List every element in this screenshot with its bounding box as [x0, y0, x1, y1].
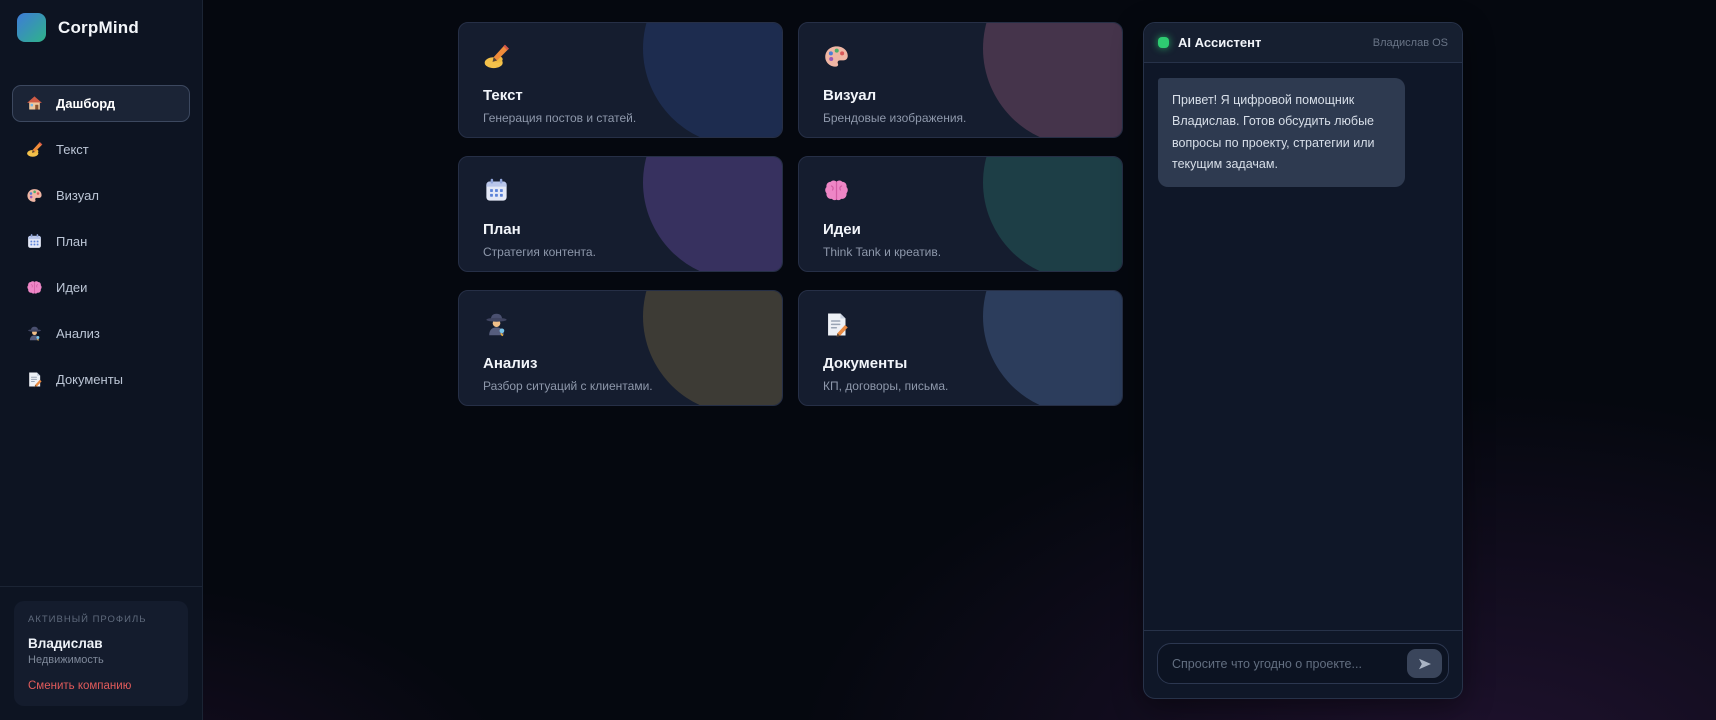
sidebar: CorpMind Дашборд Текст Визуал План Идеи Анали…	[0, 0, 203, 720]
card-plan[interactable]: План Стратегия контента.	[458, 156, 783, 272]
card-description: Генерация постов и статей.	[483, 111, 637, 125]
memo-icon	[26, 371, 43, 388]
send-icon	[1417, 656, 1433, 672]
profile-section-label: АКТИВНЫЙ ПРОФИЛЬ	[28, 614, 147, 625]
card-analysis[interactable]: Анализ Разбор ситуаций с клиентами.	[458, 290, 783, 406]
assistant-input-area	[1144, 630, 1462, 698]
profile-card: АКТИВНЫЙ ПРОФИЛЬ Владислав Недвижимость …	[14, 601, 188, 706]
card-title: Визуал	[823, 87, 877, 104]
assistant-os-label: Владислав OS	[1372, 36, 1448, 49]
assistant-input[interactable]	[1172, 656, 1407, 671]
sidebar-item-analysis[interactable]: Анализ	[12, 315, 190, 352]
palette-icon	[823, 43, 850, 70]
palette-icon	[26, 187, 43, 204]
sidebar-item-label: Документы	[56, 372, 124, 387]
assistant-message-bubble: Привет! Я цифровой помощник Владислав. Г…	[1158, 78, 1405, 187]
assistant-header: AI Ассистент Владислав OS	[1144, 23, 1462, 63]
status-dot	[1158, 37, 1169, 48]
sidebar-nav: Дашборд Текст Визуал План Идеи Анализ Документ…	[0, 85, 202, 398]
card-documents[interactable]: Документы КП, договоры, письма.	[798, 290, 1123, 406]
switch-company-link[interactable]: Сменить компанию	[28, 680, 174, 692]
memo-icon	[823, 311, 850, 338]
card-title: Документы	[823, 355, 908, 372]
card-description: Стратегия контента.	[483, 245, 596, 259]
cards-grid: Текст Генерация постов и статей. Визуал Бре…	[458, 22, 1123, 406]
sidebar-item-label: Идеи	[56, 280, 88, 295]
sidebar-item-documents[interactable]: Документы	[12, 361, 190, 398]
detective-icon	[26, 325, 43, 342]
brand: CorpMind	[0, 0, 202, 52]
profile-section: АКТИВНЫЙ ПРОФИЛЬ Владислав Недвижимость …	[0, 587, 202, 720]
card-title: План	[483, 221, 521, 238]
calendar-icon	[26, 233, 43, 250]
card-title: Идеи	[823, 221, 861, 238]
writing-icon	[26, 141, 43, 158]
card-description: Разбор ситуаций с клиентами.	[483, 379, 653, 393]
brand-name: CorpMind	[58, 17, 139, 37]
brain-icon	[823, 177, 850, 204]
sidebar-item-label: Дашборд	[56, 96, 116, 111]
brand-logo	[17, 13, 46, 42]
card-title: Анализ	[483, 355, 538, 372]
sidebar-item-label: Визуал	[56, 188, 99, 203]
detective-icon	[483, 311, 510, 338]
profile-name: Владислав	[28, 636, 103, 651]
brain-icon	[26, 279, 43, 296]
writing-icon	[483, 43, 510, 70]
assistant-title: AI Ассистент	[1178, 35, 1262, 50]
card-description: Think Tank и креатив.	[823, 245, 942, 259]
sidebar-item-text[interactable]: Текст	[12, 131, 190, 168]
profile-company: Недвижимость	[28, 654, 104, 666]
assistant-panel: AI Ассистент Владислав OS Привет! Я цифр…	[1143, 22, 1463, 699]
card-text[interactable]: Текст Генерация постов и статей.	[458, 22, 783, 138]
sidebar-item-label: Текст	[56, 142, 89, 157]
sidebar-item-label: План	[56, 234, 88, 249]
send-button[interactable]	[1407, 649, 1442, 678]
card-ideas[interactable]: Идеи Think Tank и креатив.	[798, 156, 1123, 272]
house-icon	[26, 95, 43, 112]
sidebar-item-ideas[interactable]: Идеи	[12, 269, 190, 306]
card-visual[interactable]: Визуал Брендовые изображения.	[798, 22, 1123, 138]
assistant-messages: Привет! Я цифровой помощник Владислав. Г…	[1144, 63, 1462, 630]
card-description: Брендовые изображения.	[823, 111, 967, 125]
card-description: КП, договоры, письма.	[823, 379, 949, 393]
sidebar-item-plan[interactable]: План	[12, 223, 190, 260]
card-title: Текст	[483, 87, 523, 104]
sidebar-item-label: Анализ	[56, 326, 100, 341]
assistant-input-pill	[1157, 643, 1449, 684]
sidebar-item-visual[interactable]: Визуал	[12, 177, 190, 214]
sidebar-item-dashboard[interactable]: Дашборд	[12, 85, 190, 122]
calendar-icon	[483, 177, 510, 204]
